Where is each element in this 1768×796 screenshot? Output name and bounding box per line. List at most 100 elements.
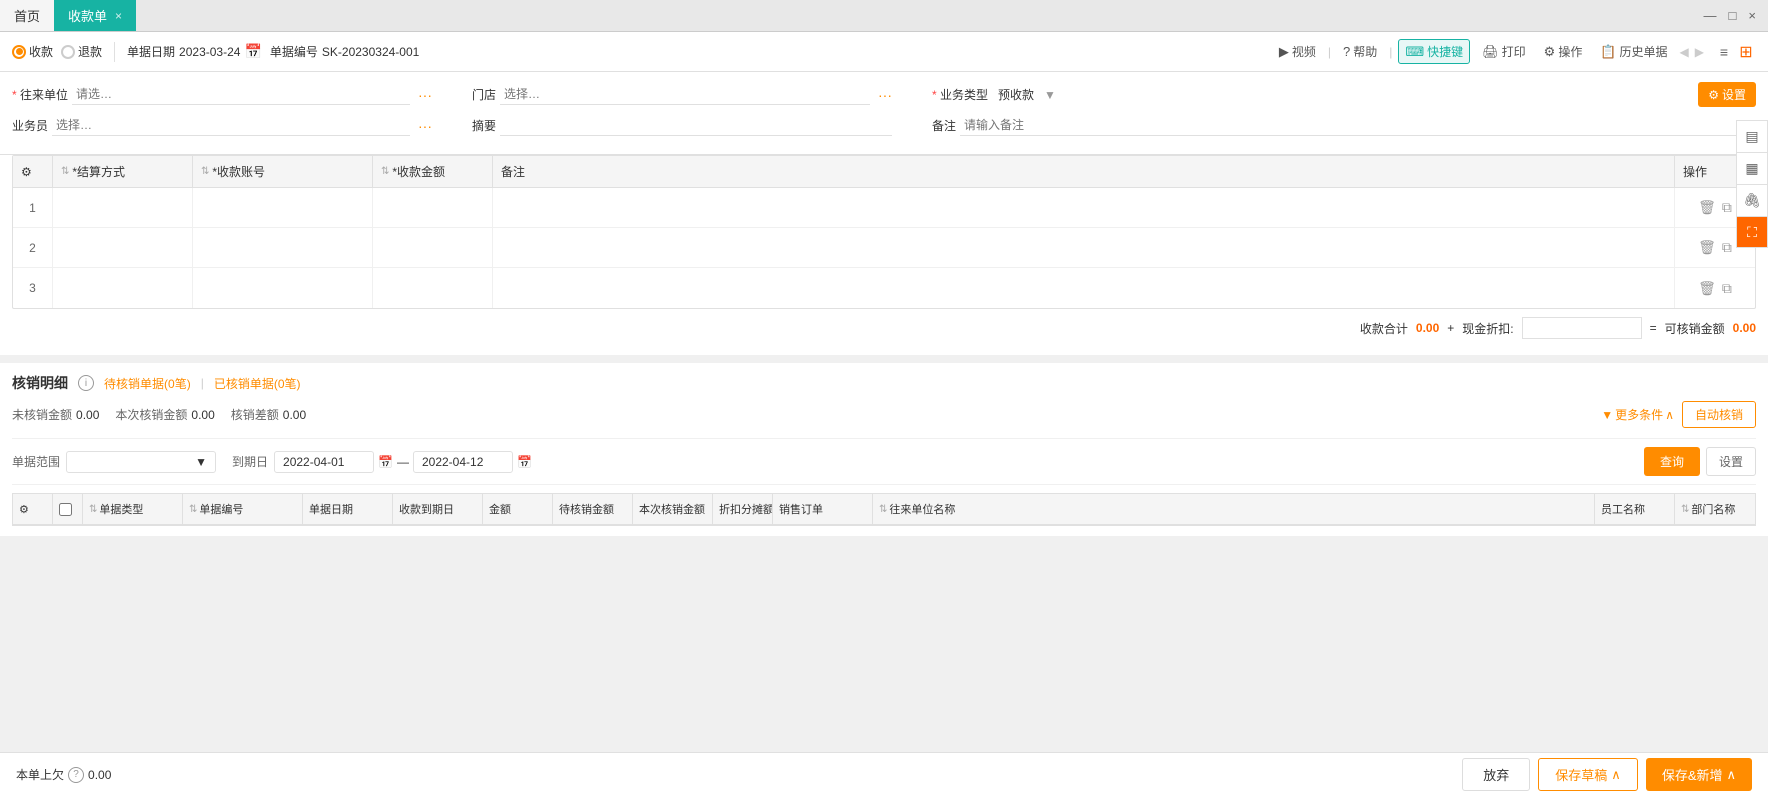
row-1-payment[interactable] bbox=[53, 188, 193, 227]
select-all-checkbox[interactable] bbox=[59, 503, 72, 516]
close-window-btn[interactable]: × bbox=[1744, 6, 1760, 25]
row-1-delete-icon[interactable]: 🗑 bbox=[1698, 199, 1716, 216]
bt-checkbox-col[interactable] bbox=[53, 494, 83, 524]
footer-info-icon[interactable]: ? bbox=[68, 767, 84, 783]
row-2-copy-icon[interactable]: ⧉ bbox=[1722, 239, 1732, 256]
row-2-notes[interactable] bbox=[493, 228, 1675, 267]
row-1-amount[interactable] bbox=[373, 188, 493, 227]
more-conditions-btn[interactable]: ▼ 更多条件 ∧ bbox=[1601, 406, 1674, 423]
tab-home[interactable]: 首页 bbox=[0, 0, 54, 31]
row-3-delete-icon[interactable]: 🗑 bbox=[1698, 280, 1716, 297]
current-verify-value: 0.00 bbox=[191, 408, 214, 422]
tab-separator: | bbox=[201, 376, 204, 390]
tab-current-label: 收款单 bbox=[68, 6, 107, 25]
completed-tab-link[interactable]: 已核销单据(0笔) bbox=[214, 375, 301, 392]
tab-current[interactable]: 收款单 × bbox=[54, 0, 136, 31]
counterpart-input[interactable] bbox=[72, 84, 410, 105]
summary-input[interactable] bbox=[500, 115, 892, 136]
print-btn[interactable]: 🖨 打印 bbox=[1476, 40, 1532, 63]
row-2-delete-icon[interactable]: 🗑 bbox=[1698, 239, 1716, 256]
bt-amount-col: 金额 bbox=[483, 494, 553, 524]
store-input[interactable] bbox=[500, 84, 870, 105]
tab-bar: 首页 收款单 × — □ × bbox=[0, 0, 1768, 32]
right-panel-doc-btn[interactable]: ▦ bbox=[1736, 152, 1768, 184]
row-3-amount[interactable] bbox=[373, 268, 493, 308]
settings-button[interactable]: ⚙ 设置 bbox=[1698, 82, 1756, 107]
filter-inputs-row: 单据范围 ▼ 到期日 📅 — 📅 查询 bbox=[12, 438, 1756, 485]
maximize-btn[interactable]: □ bbox=[1725, 6, 1741, 25]
business-type-select[interactable]: 预收款 ▼ bbox=[992, 83, 1694, 106]
calendar-icon[interactable]: 📅 bbox=[244, 43, 261, 60]
row-2-payment[interactable] bbox=[53, 228, 193, 267]
bt-settings-col[interactable]: ⚙ bbox=[13, 494, 53, 524]
row-3-copy-icon[interactable]: ⧉ bbox=[1722, 280, 1732, 297]
operation-btn[interactable]: ⚙ 操作 bbox=[1538, 40, 1589, 63]
list-view-icon[interactable]: ≡ bbox=[1714, 42, 1734, 62]
discount-input[interactable] bbox=[1522, 317, 1642, 339]
history-icon: 📋 bbox=[1600, 44, 1616, 60]
due-date-filter: 到期日 📅 — 📅 bbox=[232, 451, 532, 473]
save-draft-button[interactable]: 保存草稿 ∧ bbox=[1538, 758, 1638, 791]
shortcut-icon: ⌨ bbox=[1405, 44, 1424, 60]
row-1-account[interactable] bbox=[193, 188, 373, 227]
refund-radio[interactable]: 退款 bbox=[61, 43, 102, 60]
receipt-label: 收款 bbox=[29, 43, 53, 60]
bt-counterpart-col: ⇅ 往来单位名称 bbox=[873, 494, 1595, 524]
verification-info-icon[interactable]: i bbox=[78, 375, 94, 391]
calendar-to-icon[interactable]: 📅 bbox=[517, 455, 532, 469]
table-settings-icon[interactable]: ⚙ bbox=[21, 165, 32, 179]
query-button[interactable]: 查询 bbox=[1644, 447, 1700, 476]
right-expand-icon: ⛶ bbox=[1747, 224, 1757, 241]
due-date-label: 到期日 bbox=[232, 453, 268, 470]
right-panel-table-btn[interactable]: ▤ bbox=[1736, 120, 1768, 152]
summary-field: 摘要 bbox=[472, 115, 892, 136]
right-panel-attachment-btn[interactable]: 🖇 bbox=[1736, 184, 1768, 216]
range-select[interactable]: ▼ bbox=[66, 451, 216, 473]
store-more-icon[interactable]: ··· bbox=[878, 87, 892, 103]
receipt-refund-group: 收款 退款 bbox=[12, 43, 102, 60]
date-to-input[interactable] bbox=[413, 451, 513, 473]
date-separator: — bbox=[397, 455, 409, 469]
row-2-account[interactable] bbox=[193, 228, 373, 267]
staff-more-icon[interactable]: ··· bbox=[418, 118, 432, 134]
remarks-input[interactable] bbox=[960, 115, 1756, 136]
staff-field: 业务员 ··· bbox=[12, 115, 432, 136]
shortcut-btn[interactable]: ⌨ 快捷键 bbox=[1398, 39, 1470, 64]
help-btn[interactable]: ? 帮助 bbox=[1337, 40, 1383, 63]
row-2-amount[interactable] bbox=[373, 228, 493, 267]
section-divider bbox=[0, 355, 1768, 363]
table-header: ⚙ ⇅ *结算方式 ⇅ *收款账号 ⇅ *收款金额 备注 操 bbox=[13, 156, 1755, 188]
auto-verify-button[interactable]: 自动核销 bbox=[1682, 401, 1756, 428]
counterpart-more-icon[interactable]: ··· bbox=[418, 87, 432, 103]
right-panel-expand-btn[interactable]: ⛶ bbox=[1736, 216, 1768, 248]
minimize-btn[interactable]: — bbox=[1700, 6, 1721, 25]
grid-view-icon[interactable]: ⊞ bbox=[1736, 42, 1756, 62]
date-from-input[interactable] bbox=[274, 451, 374, 473]
row-1-notes[interactable] bbox=[493, 188, 1675, 227]
right-table-icon: ▤ bbox=[1745, 128, 1758, 145]
footer-buttons: 放弃 保存草稿 ∧ 保存&新增 ∧ bbox=[1462, 758, 1752, 791]
pending-tab-link[interactable]: 待核销单据(0笔) bbox=[104, 375, 191, 392]
diff-value: 0.00 bbox=[283, 408, 306, 422]
staff-input[interactable] bbox=[52, 115, 410, 136]
history-btn[interactable]: 📋 历史单据 bbox=[1594, 40, 1673, 63]
row-3-notes[interactable] bbox=[493, 268, 1675, 308]
tab-close-btn[interactable]: × bbox=[115, 9, 122, 23]
footer-spacer bbox=[0, 536, 1768, 580]
row-3-payment[interactable] bbox=[53, 268, 193, 308]
row-3-account[interactable] bbox=[193, 268, 373, 308]
abandon-button[interactable]: 放弃 bbox=[1462, 758, 1530, 791]
range-label: 单据范围 bbox=[12, 453, 60, 470]
receipt-radio[interactable]: 收款 bbox=[12, 43, 53, 60]
business-type-field: 业务类型 预收款 ▼ ⚙ 设置 bbox=[932, 82, 1756, 107]
row-1-copy-icon[interactable]: ⧉ bbox=[1722, 199, 1732, 216]
sort-icon-2: ⇅ bbox=[201, 166, 209, 177]
save-new-button[interactable]: 保存&新增 ∧ bbox=[1646, 758, 1752, 791]
calendar-from-icon[interactable]: 📅 bbox=[378, 455, 393, 469]
video-icon: ▶ bbox=[1279, 44, 1289, 60]
verification-settings-button[interactable]: 设置 bbox=[1706, 447, 1756, 476]
settings-header-cell[interactable]: ⚙ bbox=[13, 156, 53, 187]
date-label: 单据日期 bbox=[127, 43, 175, 60]
bt-discount-col: 折扣分摊额 bbox=[713, 494, 773, 524]
video-btn[interactable]: ▶ 视频 bbox=[1273, 40, 1322, 63]
